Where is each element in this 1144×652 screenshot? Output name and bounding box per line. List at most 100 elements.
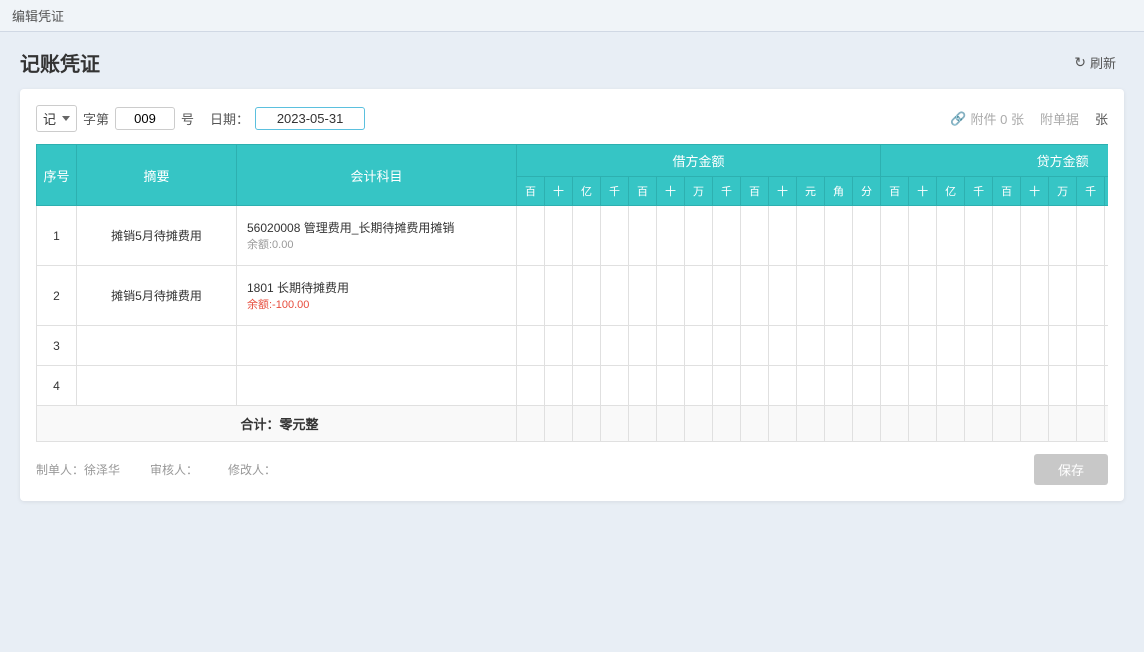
cell-c4[interactable] — [965, 266, 993, 326]
cell-d12[interactable] — [825, 366, 853, 406]
cell-c8[interactable] — [1077, 326, 1105, 366]
cell-summary[interactable] — [77, 326, 237, 366]
cell-summary[interactable]: 摊销5月待摊费用 — [77, 206, 237, 266]
cell-d7[interactable] — [685, 366, 713, 406]
cell-c2[interactable] — [909, 206, 937, 266]
attach-count[interactable]: 张 — [1095, 109, 1108, 128]
cell-d10[interactable] — [769, 366, 797, 406]
cell-c5[interactable] — [993, 366, 1021, 406]
cell-account[interactable] — [237, 366, 517, 406]
cell-d2[interactable] — [545, 266, 573, 326]
cell-d9[interactable] — [741, 326, 769, 366]
cell-d10[interactable] — [769, 266, 797, 326]
cell-summary[interactable] — [77, 366, 237, 406]
type-select[interactable]: 记 — [36, 105, 77, 132]
cell-d6[interactable] — [657, 366, 685, 406]
cell-c8[interactable] — [1077, 266, 1105, 326]
cell-d6[interactable] — [657, 266, 685, 326]
cell-c5[interactable] — [993, 326, 1021, 366]
cell-d11[interactable] — [797, 326, 825, 366]
cell-c6[interactable] — [1021, 266, 1049, 326]
cell-c3[interactable] — [937, 266, 965, 326]
cell-c8[interactable] — [1077, 206, 1105, 266]
cell-c2[interactable] — [909, 366, 937, 406]
cell-c7[interactable] — [1049, 366, 1077, 406]
attach-link[interactable]: 🔗 附件 0 张 — [950, 109, 1024, 128]
cell-d13[interactable] — [853, 366, 881, 406]
cell-d8[interactable] — [713, 266, 741, 326]
cell-d4[interactable] — [601, 326, 629, 366]
cell-d11[interactable] — [797, 266, 825, 326]
cell-c6[interactable] — [1021, 326, 1049, 366]
cell-d10[interactable] — [769, 326, 797, 366]
cell-d9[interactable] — [741, 266, 769, 326]
cell-d8[interactable] — [713, 206, 741, 266]
cell-d13[interactable] — [853, 326, 881, 366]
cell-c2[interactable] — [909, 326, 937, 366]
cell-d2[interactable] — [545, 366, 573, 406]
cell-d1[interactable] — [517, 206, 545, 266]
cell-d12[interactable] — [825, 266, 853, 326]
cell-account[interactable] — [237, 326, 517, 366]
cell-c1[interactable] — [881, 266, 909, 326]
cell-d2[interactable] — [545, 326, 573, 366]
cell-c3[interactable] — [937, 366, 965, 406]
cell-d7[interactable] — [685, 266, 713, 326]
cell-d1[interactable] — [517, 266, 545, 326]
number-input[interactable] — [115, 107, 175, 130]
cell-c2[interactable] — [909, 266, 937, 326]
cell-d5[interactable] — [629, 326, 657, 366]
cell-d10[interactable] — [769, 206, 797, 266]
cell-d9[interactable] — [741, 206, 769, 266]
cell-d1[interactable] — [517, 366, 545, 406]
cell-d8[interactable] — [713, 326, 741, 366]
cell-c5[interactable] — [993, 266, 1021, 326]
cell-c4[interactable] — [965, 326, 993, 366]
cell-c9[interactable] — [1105, 326, 1108, 366]
cell-d9[interactable] — [741, 366, 769, 406]
cell-c9[interactable] — [1105, 366, 1108, 406]
cell-d6[interactable] — [657, 206, 685, 266]
cell-d3[interactable] — [573, 326, 601, 366]
cell-d13[interactable] — [853, 266, 881, 326]
cell-c1[interactable] — [881, 206, 909, 266]
cell-c9[interactable] — [1105, 266, 1108, 326]
cell-summary[interactable]: 摊销5月待摊费用 — [77, 266, 237, 326]
cell-d4[interactable] — [601, 266, 629, 326]
refresh-button[interactable]: ↻ 刷新 — [1066, 49, 1124, 76]
cell-d3[interactable] — [573, 266, 601, 326]
cell-d12[interactable] — [825, 326, 853, 366]
cell-d6[interactable] — [657, 326, 685, 366]
cell-c6[interactable] — [1021, 206, 1049, 266]
cell-account[interactable]: 56020008 管理费用_长期待摊费用摊销 余额:0.00 — [237, 206, 517, 266]
attach-single[interactable]: 附单据 — [1040, 109, 1079, 128]
cell-d3[interactable] — [573, 206, 601, 266]
cell-c1[interactable] — [881, 366, 909, 406]
save-button[interactable]: 保存 — [1034, 454, 1108, 485]
cell-d1[interactable] — [517, 326, 545, 366]
cell-c7[interactable] — [1049, 266, 1077, 326]
cell-c4[interactable] — [965, 206, 993, 266]
cell-d12[interactable] — [825, 206, 853, 266]
cell-c3[interactable] — [937, 326, 965, 366]
cell-c5[interactable] — [993, 206, 1021, 266]
cell-d5[interactable] — [629, 266, 657, 326]
cell-c3[interactable] — [937, 206, 965, 266]
cell-account[interactable]: 1801 长期待摊费用 余额:-100.00 — [237, 266, 517, 326]
cell-d11[interactable] — [797, 366, 825, 406]
cell-c7[interactable] — [1049, 326, 1077, 366]
cell-c4[interactable] — [965, 366, 993, 406]
date-input[interactable] — [255, 107, 365, 130]
cell-d5[interactable] — [629, 206, 657, 266]
cell-c1[interactable] — [881, 326, 909, 366]
cell-c9[interactable] — [1105, 206, 1108, 266]
cell-d4[interactable] — [601, 366, 629, 406]
cell-c6[interactable] — [1021, 366, 1049, 406]
cell-d7[interactable] — [685, 206, 713, 266]
cell-d11[interactable] — [797, 206, 825, 266]
cell-d7[interactable] — [685, 326, 713, 366]
cell-d3[interactable] — [573, 366, 601, 406]
cell-d8[interactable] — [713, 366, 741, 406]
cell-d13[interactable] — [853, 206, 881, 266]
cell-d5[interactable] — [629, 366, 657, 406]
